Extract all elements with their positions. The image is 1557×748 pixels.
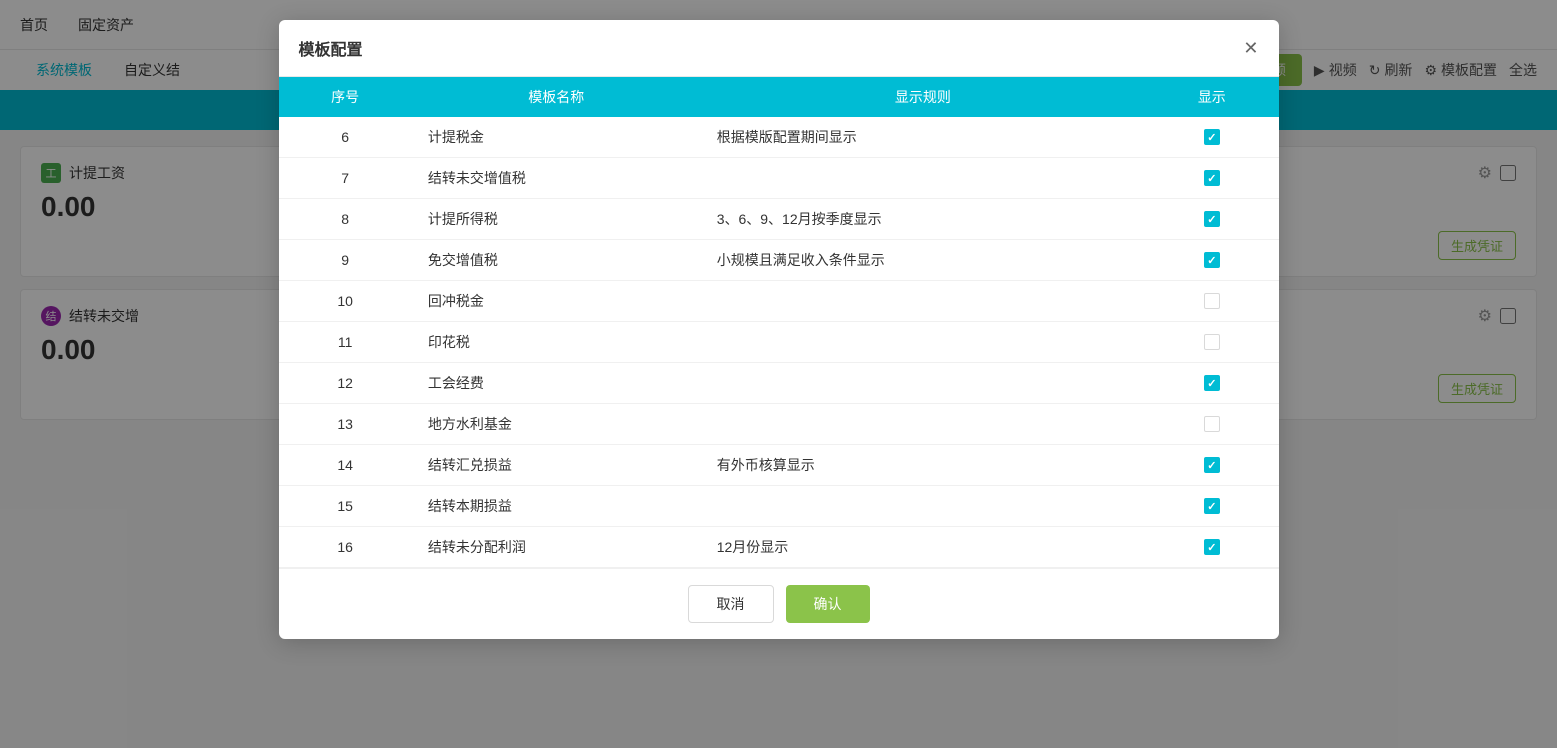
cell-id-4: 10 (279, 281, 412, 322)
checkbox-row-7[interactable] (1204, 416, 1220, 432)
cancel-button[interactable]: 取消 (688, 585, 774, 623)
cell-id-5: 11 (279, 322, 412, 363)
checkbox-row-2[interactable] (1204, 211, 1220, 227)
cell-rule-3: 小规模且满足收入条件显示 (701, 240, 1145, 281)
cell-check-2 (1145, 199, 1278, 240)
cell-name-5: 印花税 (412, 322, 701, 363)
cell-check-10 (1145, 527, 1278, 568)
cell-check-7 (1145, 404, 1278, 445)
cell-name-7: 地方水利基金 (412, 404, 701, 445)
table-row: 15结转本期损益 (279, 486, 1279, 527)
table-row: 10回冲税金 (279, 281, 1279, 322)
table-row: 11印花税 (279, 322, 1279, 363)
cell-name-2: 计提所得税 (412, 199, 701, 240)
col-header-rule: 显示规则 (701, 77, 1145, 117)
cell-id-9: 15 (279, 486, 412, 527)
table-row: 8计提所得税3、6、9、12月按季度显示 (279, 199, 1279, 240)
table-body: 6计提税金根据模版配置期间显示7结转未交增值税8计提所得税3、6、9、12月按季… (279, 117, 1279, 568)
cell-check-4 (1145, 281, 1278, 322)
table-row: 6计提税金根据模版配置期间显示 (279, 117, 1279, 158)
template-config-modal: 模板配置 ✕ 序号 模板名称 显示规则 显示 6计提税金根据模版配置期间显示7结… (279, 20, 1279, 639)
cell-check-6 (1145, 363, 1278, 404)
confirm-button[interactable]: 确认 (786, 585, 870, 623)
table-row: 12工会经费 (279, 363, 1279, 404)
cell-name-10: 结转未分配利润 (412, 527, 701, 568)
modal-title: 模板配置 (299, 36, 363, 60)
table-scroll-area[interactable]: 序号 模板名称 显示规则 显示 6计提税金根据模版配置期间显示7结转未交增值税8… (279, 77, 1279, 568)
cell-id-6: 12 (279, 363, 412, 404)
table-row: 16结转未分配利润12月份显示 (279, 527, 1279, 568)
table-row: 14结转汇兑损益有外币核算显示 (279, 445, 1279, 486)
cell-name-6: 工会经费 (412, 363, 701, 404)
cell-check-1 (1145, 158, 1278, 199)
cell-rule-5 (701, 322, 1145, 363)
cell-rule-6 (701, 363, 1145, 404)
cell-id-2: 8 (279, 199, 412, 240)
cell-check-3 (1145, 240, 1278, 281)
col-header-show: 显示 (1145, 77, 1278, 117)
cell-id-3: 9 (279, 240, 412, 281)
cell-id-0: 6 (279, 117, 412, 158)
cell-name-8: 结转汇兑损益 (412, 445, 701, 486)
checkbox-row-8[interactable] (1204, 457, 1220, 473)
table-row: 7结转未交增值税 (279, 158, 1279, 199)
col-header-name: 模板名称 (412, 77, 701, 117)
cell-id-10: 16 (279, 527, 412, 568)
cell-rule-8: 有外币核算显示 (701, 445, 1145, 486)
cell-check-0 (1145, 117, 1278, 158)
table-row: 9免交增值税小规模且满足收入条件显示 (279, 240, 1279, 281)
cell-name-1: 结转未交增值税 (412, 158, 701, 199)
cell-name-9: 结转本期损益 (412, 486, 701, 527)
cell-id-1: 7 (279, 158, 412, 199)
cell-rule-7 (701, 404, 1145, 445)
cell-rule-2: 3、6、9、12月按季度显示 (701, 199, 1145, 240)
cell-check-8 (1145, 445, 1278, 486)
table-row: 13地方水利基金 (279, 404, 1279, 445)
cell-rule-4 (701, 281, 1145, 322)
checkbox-row-9[interactable] (1204, 498, 1220, 514)
cell-id-8: 14 (279, 445, 412, 486)
checkbox-row-1[interactable] (1204, 170, 1220, 186)
cell-rule-10: 12月份显示 (701, 527, 1145, 568)
checkbox-row-0[interactable] (1204, 129, 1220, 145)
cell-name-3: 免交增值税 (412, 240, 701, 281)
checkbox-row-3[interactable] (1204, 252, 1220, 268)
checkbox-row-6[interactable] (1204, 375, 1220, 391)
checkbox-row-10[interactable] (1204, 539, 1220, 555)
table-header-row: 序号 模板名称 显示规则 显示 (279, 77, 1279, 117)
cell-check-5 (1145, 322, 1278, 363)
cell-id-7: 13 (279, 404, 412, 445)
col-header-id: 序号 (279, 77, 412, 117)
modal-close-button[interactable]: ✕ (1243, 39, 1258, 57)
cell-check-9 (1145, 486, 1278, 527)
checkbox-row-4[interactable] (1204, 293, 1220, 309)
modal-footer: 取消 确认 (279, 568, 1279, 639)
cell-rule-1 (701, 158, 1145, 199)
cell-name-4: 回冲税金 (412, 281, 701, 322)
modal-header: 模板配置 ✕ (279, 20, 1279, 77)
template-table: 序号 模板名称 显示规则 显示 6计提税金根据模版配置期间显示7结转未交增值税8… (279, 77, 1279, 568)
cell-rule-0: 根据模版配置期间显示 (701, 117, 1145, 158)
checkbox-row-5[interactable] (1204, 334, 1220, 350)
modal-overlay: 模板配置 ✕ 序号 模板名称 显示规则 显示 6计提税金根据模版配置期间显示7结… (0, 0, 1557, 748)
cell-rule-9 (701, 486, 1145, 527)
cell-name-0: 计提税金 (412, 117, 701, 158)
